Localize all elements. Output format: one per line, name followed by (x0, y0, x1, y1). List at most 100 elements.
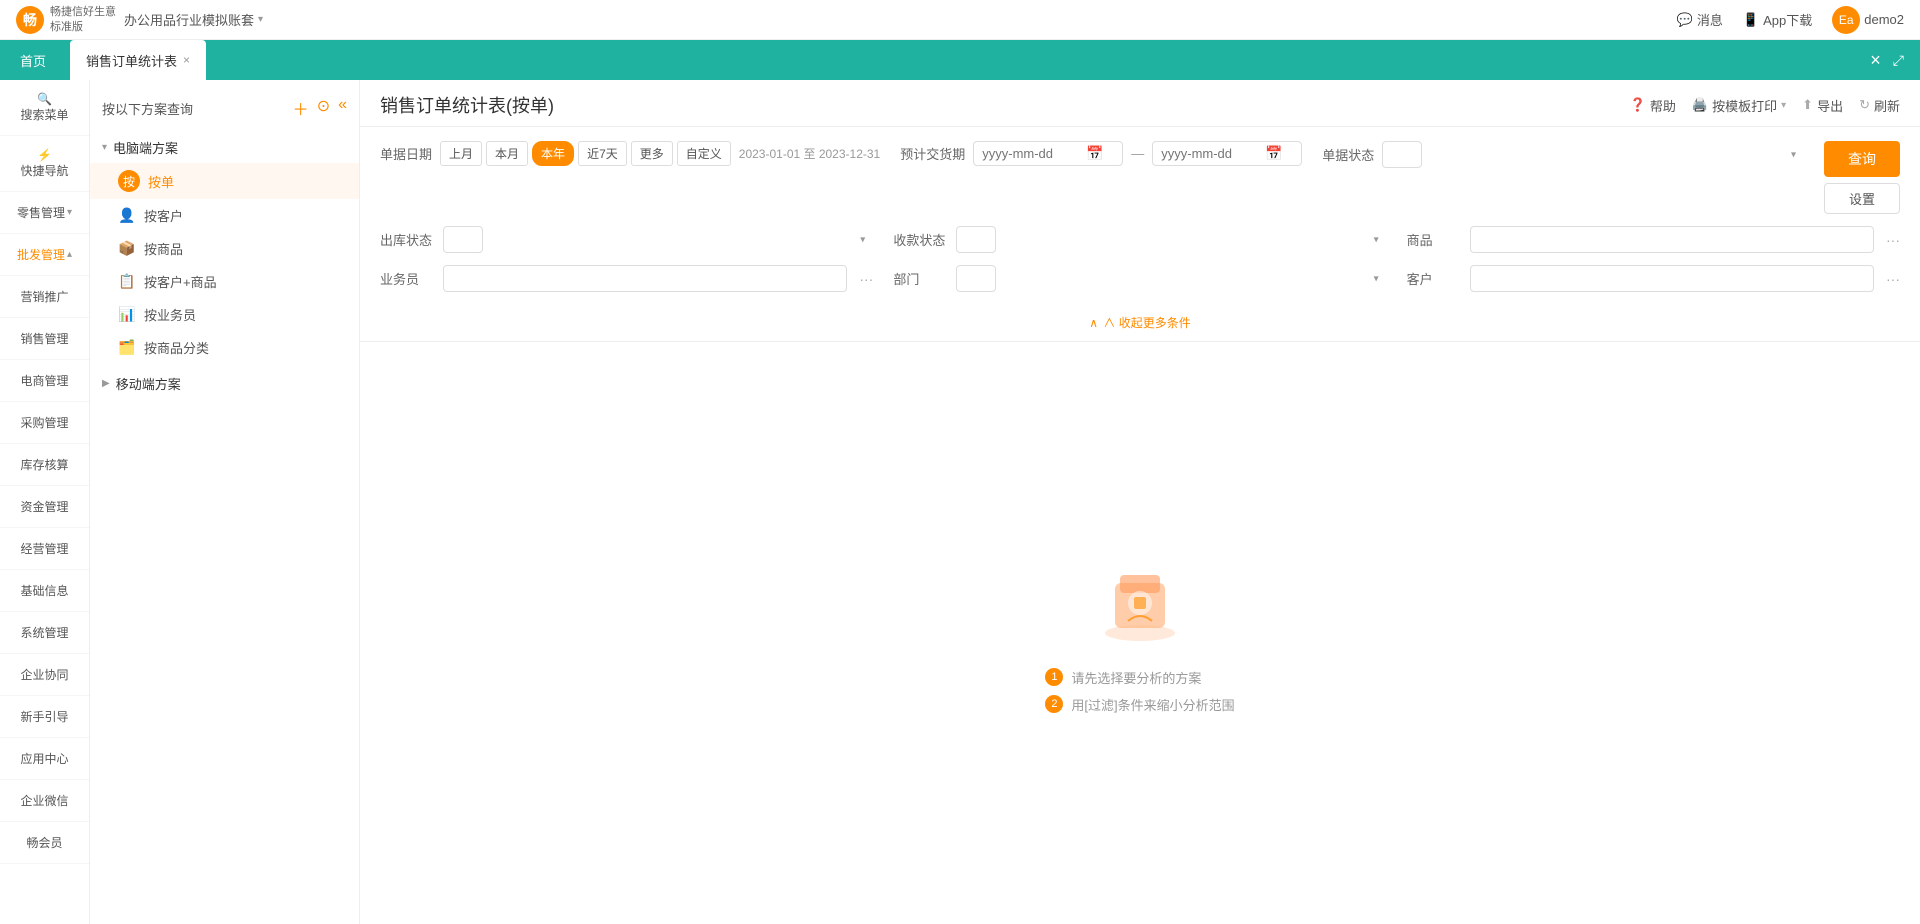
tab-close-icon[interactable]: × (183, 53, 190, 67)
message-icon: 💬 (1677, 12, 1693, 28)
settings-button[interactable]: 设置 (1824, 183, 1900, 214)
sidebar-item-operations[interactable]: 经营管理 (0, 528, 89, 570)
collapse-panel-icon[interactable]: « (338, 96, 347, 120)
dept-label: 部门 (893, 269, 948, 288)
goods-input[interactable] (1470, 226, 1874, 253)
print-button[interactable]: 🖨️ 按模板打印 ▾ (1692, 96, 1786, 115)
content-area: 按以下方案查询 ＋ ⊙ « ▾ 电脑端方案 按 按单 👤 按客户 (90, 80, 1920, 924)
sidebar-item-marketing[interactable]: 营销推广 (0, 276, 89, 318)
sidebar-item-finance[interactable]: 资金管理 (0, 486, 89, 528)
dept-filter: 部门 ▾ (893, 265, 1386, 292)
date-btn-7days[interactable]: 近7天 (578, 141, 627, 166)
retail-arrow-icon: ▾ (67, 207, 72, 218)
logo-text: 畅捷信好生意 标准版 (50, 5, 116, 34)
sidebar-item-search[interactable]: 🔍 搜索菜单 (0, 80, 89, 136)
sidebar-item-system[interactable]: 系统管理 (0, 612, 89, 654)
company-selector[interactable]: 办公用品行业模拟账套 ▾ (124, 10, 263, 29)
scheme-item-by-salesman[interactable]: 📊 按业务员 (90, 298, 359, 331)
expected-date-start[interactable]: 📅 (973, 141, 1123, 166)
customer-input[interactable] (1470, 265, 1874, 292)
sidebar-item-purchase[interactable]: 采购管理 (0, 402, 89, 444)
mobile-scheme-section: ▶ 移动端方案 (90, 368, 359, 399)
dept-caret-icon: ▾ (1374, 273, 1379, 284)
salesman-dots-icon[interactable]: ··· (859, 271, 873, 287)
print-icon: 🖨️ (1692, 97, 1708, 113)
settings-scheme-icon[interactable]: ⊙ (317, 96, 330, 120)
export-button[interactable]: ⬆ 导出 (1802, 96, 1843, 115)
salesman-filter: 业务员 ··· (380, 265, 873, 292)
add-scheme-icon[interactable]: ＋ (293, 96, 309, 120)
sidebar-item-retail[interactable]: 零售管理 ▾ (0, 192, 89, 234)
mobile-section-arrow-icon: ▶ (102, 378, 110, 389)
sidebar-item-inventory[interactable]: 库存核算 (0, 444, 89, 486)
status-select[interactable] (1382, 141, 1422, 168)
help-button[interactable]: ❓ 帮助 (1630, 96, 1676, 115)
calendar-end-icon: 📅 (1265, 145, 1282, 162)
left-panel: 按以下方案查询 ＋ ⊙ « ▾ 电脑端方案 按 按单 👤 按客户 (90, 80, 360, 924)
collapse-icon: ∧ (1089, 316, 1098, 330)
sidebar-item-ecommerce[interactable]: 电商管理 (0, 360, 89, 402)
status-select-wrap: ▾ (1382, 141, 1804, 168)
sidebar-item-shortcuts[interactable]: ⚡ 快捷导航 (0, 136, 89, 192)
app-download-button[interactable]: 📱 App下载 (1743, 10, 1812, 29)
ship-status-filter: 出库状态 ▾ (380, 226, 873, 253)
scheme-item-by-customer[interactable]: 👤 按客户 (90, 199, 359, 232)
left-panel-icons: ＋ ⊙ « (293, 96, 347, 120)
scheme-item-by-goods-category[interactable]: 🗂️ 按商品分类 (90, 331, 359, 364)
ship-status-select-wrap: ▾ (443, 226, 873, 253)
query-button[interactable]: 查询 (1824, 141, 1900, 177)
search-icon: 🔍 (37, 92, 52, 106)
close-window-icon[interactable]: × (1870, 50, 1881, 71)
logo-area: 畅 畅捷信好生意 标准版 (16, 5, 116, 34)
scheme-active-icon: 按 (118, 170, 140, 192)
status-caret-icon: ▾ (1791, 149, 1796, 160)
sidebar-item-wechat[interactable]: 企业微信 (0, 780, 89, 822)
payment-status-select[interactable] (956, 226, 996, 253)
sidebar-item-sales[interactable]: 销售管理 (0, 318, 89, 360)
goods-dots-icon[interactable]: ··· (1886, 232, 1900, 248)
tab-home[interactable]: 首页 (0, 40, 66, 80)
scheme-item-by-goods[interactable]: 📦 按商品 (90, 232, 359, 265)
sidebar-item-enterprise[interactable]: 企业协同 (0, 654, 89, 696)
message-button[interactable]: 💬 消息 (1677, 10, 1723, 29)
date-btn-custom[interactable]: 自定义 (677, 141, 731, 166)
salesman-label: 业务员 (380, 269, 435, 288)
empty-hint-2: 2 用[过滤]条件来缩小分析范围 (1045, 695, 1234, 714)
payment-status-label: 收款状态 (893, 230, 948, 249)
sidebar-item-member[interactable]: 畅会员 (0, 822, 89, 864)
tab-sales-order-stats[interactable]: 销售订单统计表 × (70, 40, 206, 80)
customer-dots-icon[interactable]: ··· (1886, 271, 1900, 287)
expected-date-end-input[interactable] (1161, 146, 1261, 161)
collapse-bar[interactable]: ∧ ∧ 收起更多条件 (360, 304, 1920, 342)
date-button-group: 上月 本月 本年 近7天 更多 自定义 (440, 141, 731, 166)
payment-status-select-wrap: ▾ (956, 226, 1386, 253)
sidebar-item-basics[interactable]: 基础信息 (0, 570, 89, 612)
salesman-input[interactable] (443, 265, 847, 292)
ship-status-select[interactable] (443, 226, 483, 253)
refresh-button[interactable]: ↻ 刷新 (1859, 96, 1900, 115)
maximize-icon[interactable]: ⤢ (1893, 52, 1904, 69)
topbar-left: 畅 畅捷信好生意 标准版 办公用品行业模拟账套 ▾ (16, 5, 263, 34)
expected-date-label: 预计交货期 (900, 144, 965, 163)
sidebar-item-newbie[interactable]: 新手引导 (0, 696, 89, 738)
pc-section-arrow-icon: ▾ (102, 142, 107, 153)
mobile-scheme-header[interactable]: ▶ 移动端方案 (90, 368, 359, 399)
date-btn-last-month[interactable]: 上月 (440, 141, 482, 166)
sidebar: 🔍 搜索菜单 ⚡ 快捷导航 零售管理 ▾ 批发管理 ▴ 营销推广 销售管理 电商… (0, 80, 90, 924)
goods-scheme-icon: 📦 (118, 240, 136, 258)
company-arrow-icon: ▾ (258, 14, 263, 25)
sidebar-item-wholesale[interactable]: 批发管理 ▴ (0, 234, 89, 276)
sidebar-item-app-center[interactable]: 应用中心 (0, 738, 89, 780)
scheme-item-by-customer-goods[interactable]: 📋 按客户+商品 (90, 265, 359, 298)
dept-select[interactable] (956, 265, 996, 292)
expected-date-start-input[interactable] (982, 146, 1082, 161)
date-btn-this-month[interactable]: 本月 (486, 141, 528, 166)
topbar-right: 💬 消息 📱 App下载 Ea demo2 (1677, 6, 1904, 34)
user-menu[interactable]: Ea demo2 (1832, 6, 1904, 34)
avatar: Ea (1832, 6, 1860, 34)
expected-date-end[interactable]: 📅 (1152, 141, 1302, 166)
pc-scheme-header[interactable]: ▾ 电脑端方案 (90, 132, 359, 163)
scheme-item-by-order[interactable]: 按 按单 (90, 163, 359, 199)
date-btn-this-year[interactable]: 本年 (532, 141, 574, 166)
date-btn-more[interactable]: 更多 (631, 141, 673, 166)
